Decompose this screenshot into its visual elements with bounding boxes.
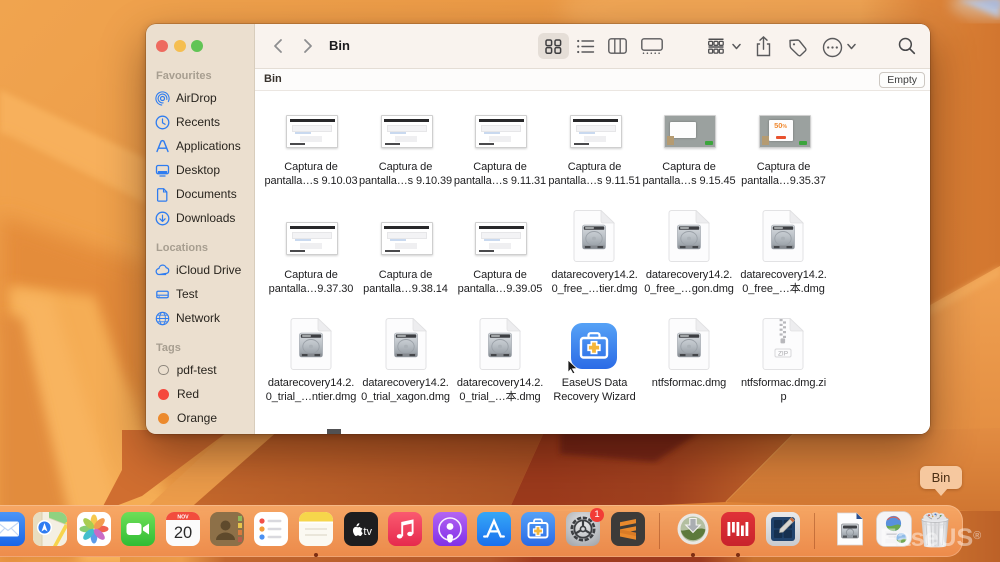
svg-text:ZIP: ZIP bbox=[778, 350, 788, 357]
svg-text:20: 20 bbox=[173, 524, 191, 542]
svg-text:tv: tv bbox=[363, 526, 372, 538]
svg-text:NOV: NOV bbox=[177, 515, 189, 521]
